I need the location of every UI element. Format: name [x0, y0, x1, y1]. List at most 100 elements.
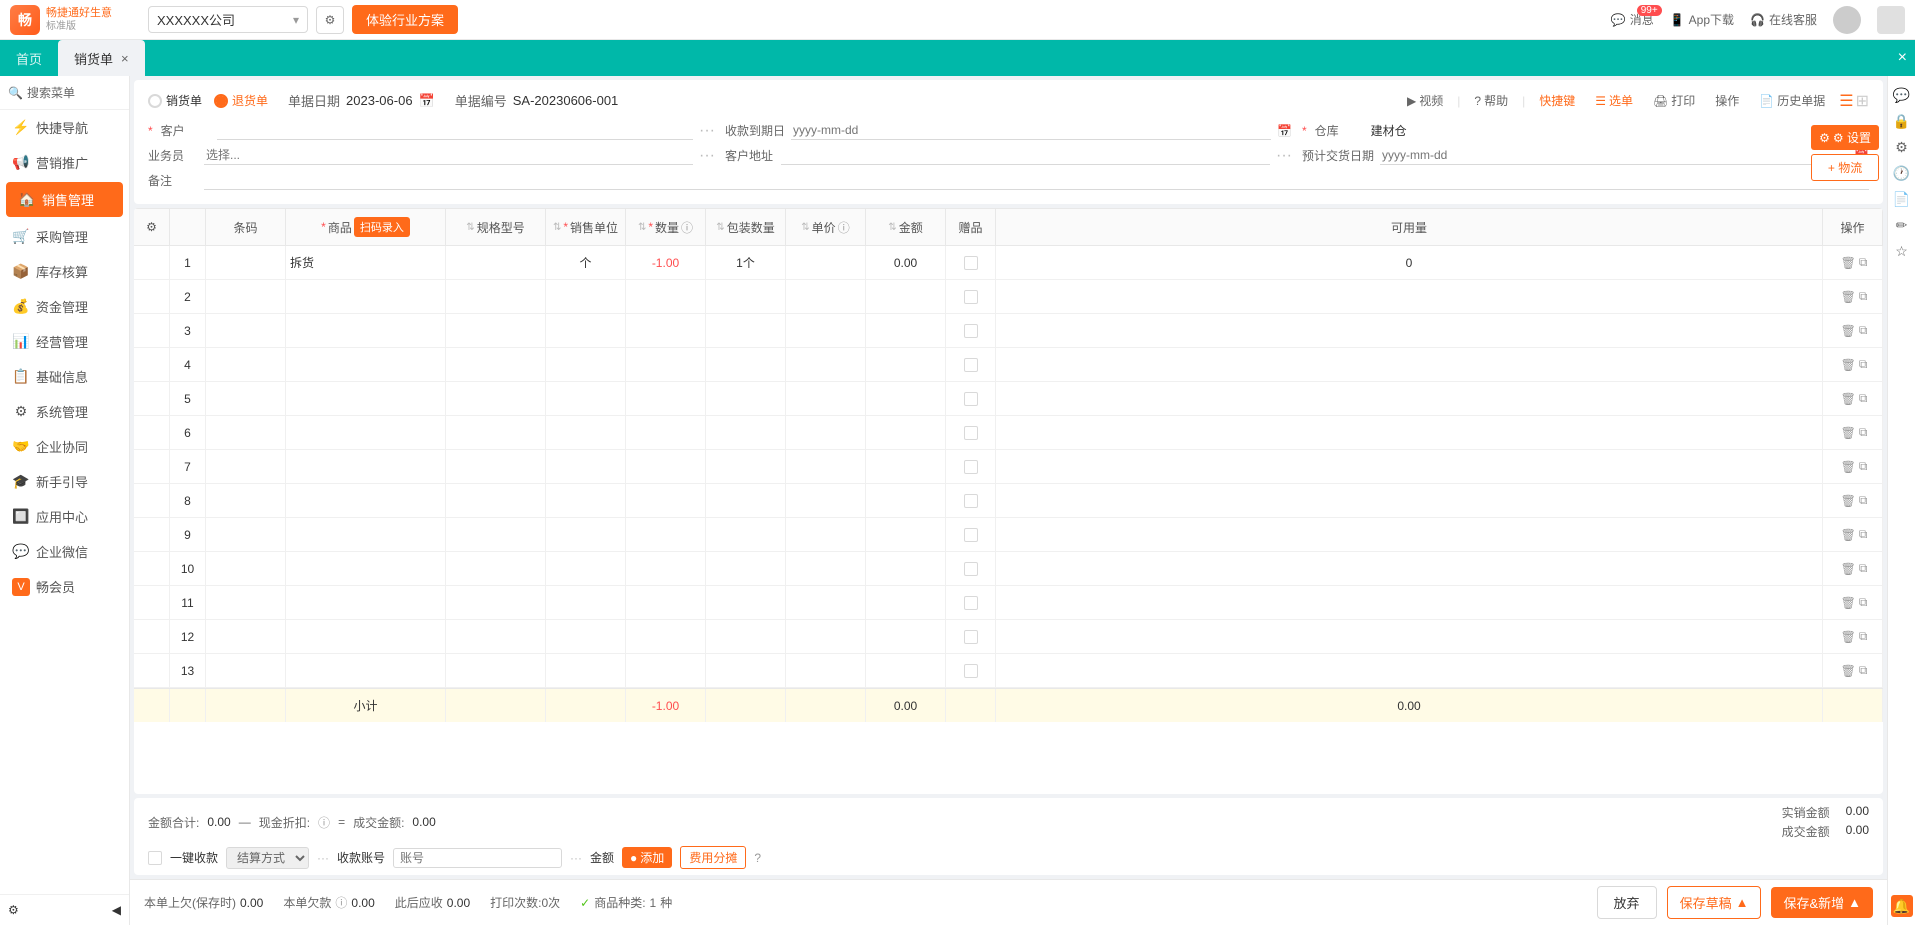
sidebar-item-collab[interactable]: 🤝 企业协同 [0, 429, 129, 464]
debt-info-icon[interactable]: ⓘ [335, 894, 347, 911]
tab-sale-order[interactable]: 销货单 × [58, 40, 145, 76]
help-btn[interactable]: ? 帮助 [1468, 90, 1514, 111]
expense-btn[interactable]: 费用分摊 [680, 846, 746, 869]
sidebar-item-member[interactable]: V 畅会员 [0, 569, 129, 604]
gift-checkbox[interactable] [964, 630, 978, 644]
sidebar-item-appcenter[interactable]: 🔲 应用中心 [0, 499, 129, 534]
sidebar-item-sales[interactable]: 🏠 销售管理 [6, 182, 123, 217]
select-order-btn[interactable]: ☰ 选单 [1589, 90, 1639, 111]
discard-button[interactable]: 放弃 [1597, 886, 1657, 919]
rp-btn-7[interactable]: ☆ [1891, 240, 1913, 262]
expected-delivery-input[interactable] [1380, 146, 1848, 165]
save-new-button[interactable]: 保存&新增 ▲ [1771, 887, 1873, 918]
delete-icon[interactable]: 🗑 [1841, 596, 1856, 610]
settlement-method-select[interactable]: 结算方式 [226, 847, 309, 869]
sidebar-search[interactable]: 🔍 搜索菜单 [0, 76, 129, 110]
delete-icon[interactable]: 🗑 [1841, 664, 1856, 678]
copy-icon[interactable]: ⧉ [1859, 663, 1868, 678]
settings-icon-btn[interactable]: ⚙ [316, 6, 344, 34]
copy-icon[interactable]: ⧉ [1859, 357, 1868, 372]
copy-icon[interactable]: ⧉ [1859, 629, 1868, 644]
online-service-btn[interactable]: 🎧 在线客服 [1750, 11, 1817, 28]
delete-icon-1[interactable]: 🗑 [1841, 256, 1856, 270]
sidebar-item-marketing[interactable]: 📢 营销推广 [0, 145, 129, 180]
td-price-1[interactable] [786, 246, 866, 279]
gift-checkbox[interactable] [964, 596, 978, 610]
rp-btn-8[interactable]: 🔔 [1891, 895, 1913, 917]
copy-icon[interactable]: ⧉ [1859, 425, 1868, 440]
copy-icon[interactable]: ⧉ [1859, 289, 1868, 304]
radio-return[interactable]: 退货单 [214, 92, 268, 109]
sidebar-item-operations[interactable]: 📊 经营管理 [0, 324, 129, 359]
rp-btn-1[interactable]: 💬 [1891, 84, 1913, 106]
sidebar-item-basics[interactable]: 📋 基础信息 [0, 359, 129, 394]
copy-icon[interactable]: ⧉ [1859, 561, 1868, 576]
customer-input[interactable] [217, 121, 693, 140]
print-btn[interactable]: 🖨 打印 [1647, 90, 1701, 111]
gift-checkbox[interactable] [964, 494, 978, 508]
copy-icon[interactable]: ⧉ [1859, 391, 1868, 406]
radio-sale[interactable]: 销货单 [148, 92, 202, 109]
delete-icon[interactable]: 🗑 [1841, 358, 1856, 372]
customer-addr-input[interactable] [781, 146, 1270, 165]
remark-input[interactable] [204, 171, 1869, 190]
td-barcode-1[interactable] [206, 246, 286, 279]
one-click-payment-checkbox[interactable] [148, 851, 162, 865]
grid-view-icon[interactable]: ⊞ [1856, 91, 1869, 111]
rp-btn-3[interactable]: ⚙ [1891, 136, 1913, 158]
gift-checkbox[interactable] [964, 290, 978, 304]
payment-due-input[interactable] [791, 121, 1271, 140]
account-input[interactable] [393, 848, 562, 868]
history-btn[interactable]: 📄 历史单据 [1753, 90, 1831, 111]
rp-btn-6[interactable]: ✏ [1891, 214, 1913, 236]
settlement-ellipsis[interactable]: ··· [317, 851, 329, 865]
td-settings-1[interactable] [134, 246, 170, 279]
delete-icon[interactable]: 🗑 [1841, 290, 1856, 304]
copy-icon[interactable]: ⧉ [1859, 527, 1868, 542]
copy-icon[interactable]: ⧉ [1859, 493, 1868, 508]
gift-checkbox[interactable] [964, 358, 978, 372]
calendar-icon[interactable]: 📅 [419, 93, 435, 109]
payment-due-calendar-icon[interactable]: 📅 [1277, 124, 1292, 138]
sidebar-item-wechat[interactable]: 💬 企业微信 [0, 534, 129, 569]
sidebar-item-inventory[interactable]: 📦 库存核算 [0, 254, 129, 289]
gift-checkbox[interactable] [964, 562, 978, 576]
td-amount-1[interactable]: 0.00 [866, 246, 946, 279]
td-spec-1[interactable] [446, 246, 546, 279]
sidebar-item-shortcut[interactable]: ⚡ 快捷导航 [0, 110, 129, 145]
copy-icon[interactable]: ⧉ [1859, 323, 1868, 338]
price-info-icon[interactable]: ⓘ [838, 219, 850, 236]
rp-btn-2[interactable]: 🔒 [1891, 110, 1913, 132]
user-menu-btn[interactable] [1877, 6, 1905, 34]
td-product-1[interactable]: 拆货 [286, 246, 446, 279]
operate-btn[interactable]: 操作 [1709, 90, 1745, 111]
shortcut-btn[interactable]: 快捷键 [1533, 90, 1581, 111]
gift-checkbox[interactable] [964, 664, 978, 678]
delete-icon[interactable]: 🗑 [1841, 426, 1856, 440]
expense-info-icon[interactable]: ? [754, 851, 761, 865]
qty-info-icon[interactable]: ⓘ [681, 219, 693, 236]
sidebar-item-system[interactable]: ⚙ 系统管理 [0, 394, 129, 429]
delete-icon[interactable]: 🗑 [1841, 630, 1856, 644]
salesperson-ellipsis[interactable]: ··· [699, 147, 715, 165]
sidebar-item-guide[interactable]: 🎓 新手引导 [0, 464, 129, 499]
gift-checkbox[interactable] [964, 426, 978, 440]
addr-ellipsis[interactable]: ··· [1276, 147, 1292, 165]
message-btn[interactable]: 💬 消息 99+ [1611, 11, 1654, 28]
customer-ellipsis[interactable]: ··· [699, 122, 715, 140]
sidebar-settings-icon[interactable]: ⚙ [8, 903, 19, 917]
cash-discount-info-icon[interactable]: ⓘ [318, 814, 330, 831]
sidebar-collapse-icon[interactable]: ◀ [112, 903, 121, 917]
td-unit-1[interactable]: 个 [546, 246, 626, 279]
td-qty-1[interactable]: -1.00 [626, 246, 706, 279]
copy-icon[interactable]: ⧉ [1859, 459, 1868, 474]
gift-checkbox[interactable] [964, 528, 978, 542]
settings-float-btn[interactable]: ⚙ ⚙ 设置 [1811, 125, 1879, 150]
gift-checkbox[interactable] [964, 392, 978, 406]
gift-checkbox-1[interactable] [964, 256, 978, 270]
copy-icon[interactable]: ⧉ [1859, 595, 1868, 610]
rp-btn-4[interactable]: 🕐 [1891, 162, 1913, 184]
video-btn[interactable]: ▶ 视频 [1401, 90, 1449, 111]
td-gift-1[interactable] [946, 246, 996, 279]
copy-icon-1[interactable]: ⧉ [1859, 255, 1868, 270]
